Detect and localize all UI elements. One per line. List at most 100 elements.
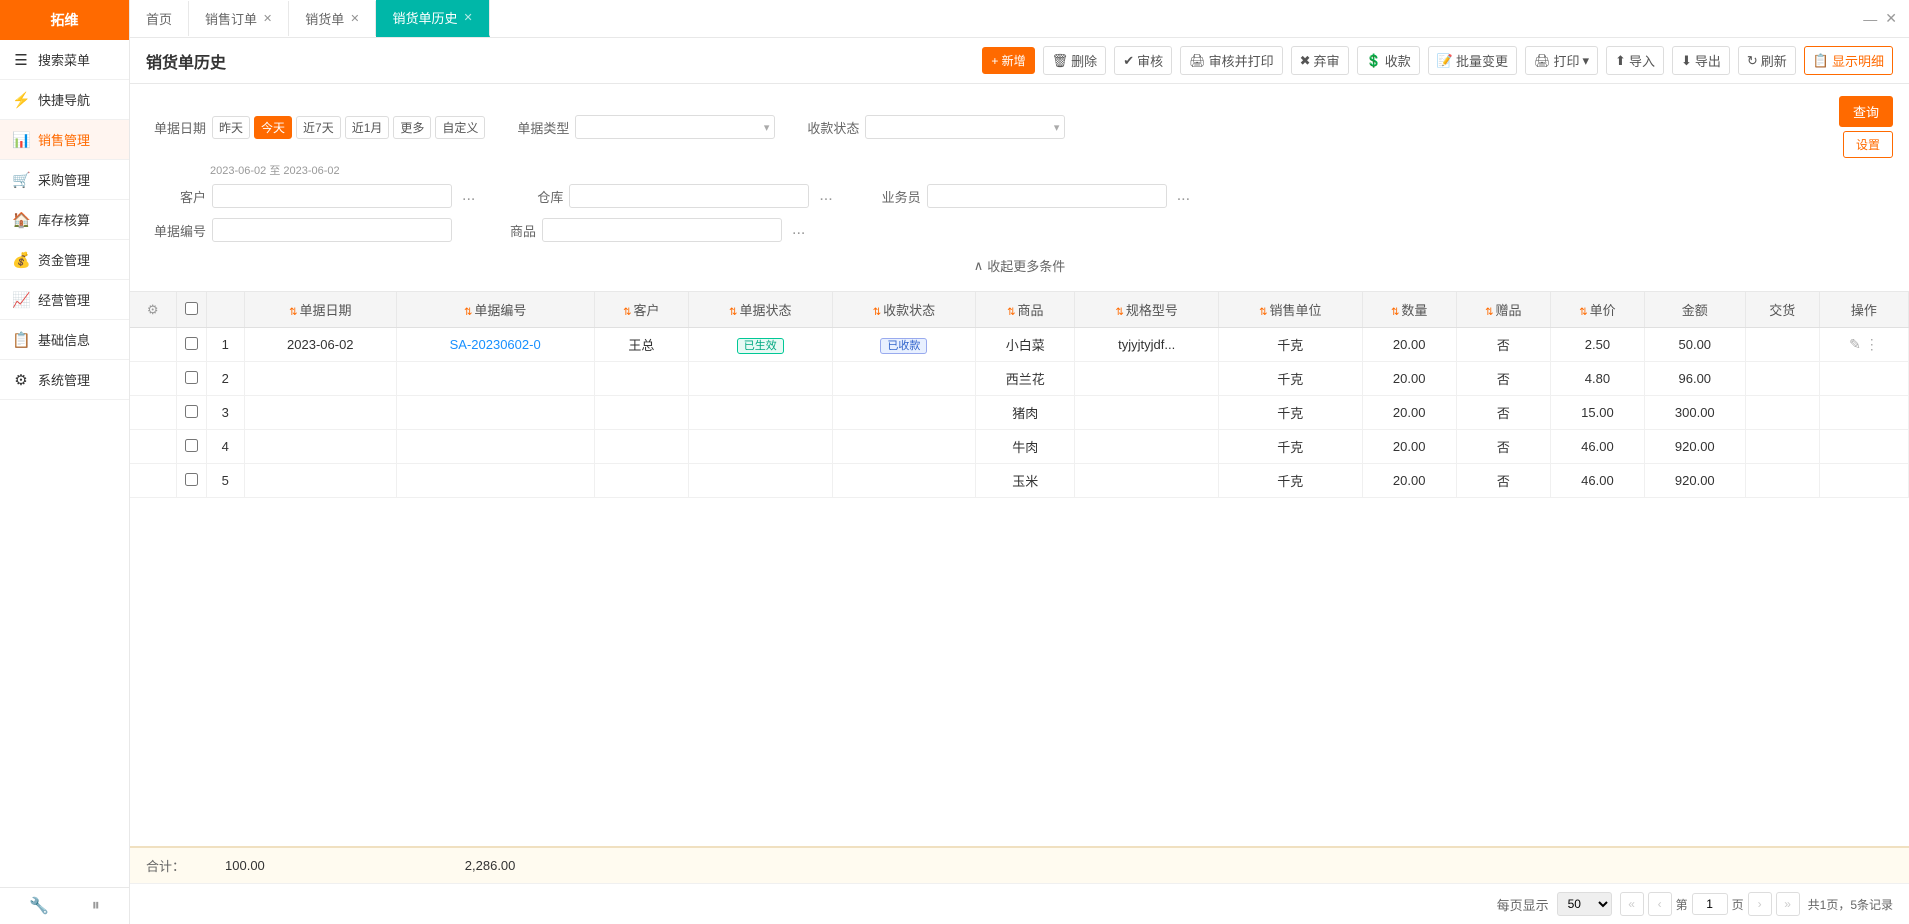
- doc-type-select[interactable]: [575, 115, 775, 139]
- sidebar-item-sales-mgmt[interactable]: 📊 销售管理: [0, 120, 129, 160]
- discard-button[interactable]: ✖ 弃审: [1291, 46, 1349, 75]
- discard-icon: ✖: [1300, 53, 1311, 69]
- close-all-icon[interactable]: ✕: [1881, 6, 1901, 31]
- page-input[interactable]: [1692, 893, 1728, 915]
- tab-sales-history[interactable]: 销货单历史 ✕: [376, 0, 489, 37]
- tab-sales-order-close[interactable]: ✕: [263, 12, 272, 25]
- row-checkbox[interactable]: [185, 371, 198, 384]
- cell-amount: 50.00: [1645, 328, 1746, 362]
- cell-collect-status: [832, 362, 976, 396]
- sidebar-item-operations[interactable]: 📈 经营管理: [0, 280, 129, 320]
- date-btn-last7[interactable]: 近7天: [296, 116, 341, 139]
- sidebar-item-finance[interactable]: 💰 资金管理: [0, 240, 129, 280]
- edit-icon[interactable]: ✎: [1847, 336, 1863, 352]
- select-all-checkbox[interactable]: [185, 302, 198, 315]
- customer-input[interactable]: [212, 184, 452, 208]
- goods-ellipsis-icon[interactable]: ...: [788, 221, 809, 239]
- page-next-btn[interactable]: ›: [1748, 892, 1772, 916]
- page-first-btn[interactable]: «: [1620, 892, 1644, 916]
- salesperson-ellipsis-icon[interactable]: ...: [1173, 187, 1194, 205]
- col-collect-status[interactable]: ⇅收款状态: [832, 292, 976, 328]
- customer-ellipsis-icon[interactable]: ...: [458, 187, 479, 205]
- date-btn-custom[interactable]: 自定义: [435, 116, 485, 139]
- set-button[interactable]: 设置: [1843, 131, 1893, 158]
- cell-transaction: [1745, 430, 1819, 464]
- import-button[interactable]: ⬆ 导入: [1606, 46, 1664, 75]
- col-customer[interactable]: ⇅客户: [594, 292, 688, 328]
- audit-button[interactable]: ✔ 审核: [1114, 46, 1172, 75]
- audit-print-button[interactable]: 🖨 审核并打印: [1180, 46, 1283, 75]
- cell-doc-date: [245, 430, 396, 464]
- new-button[interactable]: + 新增: [982, 47, 1034, 74]
- row-checkbox[interactable]: [185, 337, 198, 350]
- page-last-btn[interactable]: »: [1776, 892, 1800, 916]
- cell-collect-status: 已收款: [832, 328, 976, 362]
- sidebar-item-quick-nav[interactable]: ⚡ 快捷导航: [0, 80, 129, 120]
- cell-row-no: 3: [206, 396, 245, 430]
- cell-amount: 920.00: [1645, 430, 1746, 464]
- table-row: 4牛肉千克20.00否46.00920.00: [130, 430, 1909, 464]
- col-spec-type[interactable]: ⇅规格型号: [1075, 292, 1219, 328]
- col-quantity[interactable]: ⇅数量: [1362, 292, 1456, 328]
- page-prev-btn[interactable]: ‹: [1648, 892, 1672, 916]
- sidebar-settings-icon[interactable]: 🔧: [29, 896, 49, 916]
- col-doc-date[interactable]: ⇅单据日期: [245, 292, 396, 328]
- query-button[interactable]: 查询: [1839, 96, 1893, 127]
- tab-sales-history-close[interactable]: ✕: [464, 11, 473, 24]
- inventory-icon: 🏠: [12, 211, 30, 229]
- tab-home[interactable]: 首页: [130, 1, 189, 36]
- date-btn-last1month[interactable]: 近1月: [345, 116, 390, 139]
- batch-change-button[interactable]: 📝 批量变更: [1428, 46, 1517, 75]
- export-button[interactable]: ⬇ 导出: [1672, 46, 1730, 75]
- more-icon[interactable]: ⋮: [1863, 336, 1881, 352]
- row-checkbox[interactable]: [185, 439, 198, 452]
- sidebar-item-search-menu[interactable]: ☰ 搜索菜单: [0, 40, 129, 80]
- col-gear[interactable]: ⚙: [130, 292, 176, 328]
- cell-gift: 否: [1456, 362, 1550, 396]
- warehouse-ellipsis-icon[interactable]: ...: [815, 187, 836, 205]
- print-button[interactable]: 🖨 打印 ▾: [1525, 46, 1598, 75]
- sidebar-item-inventory[interactable]: 🏠 库存核算: [0, 200, 129, 240]
- col-gift[interactable]: ⇅赠品: [1456, 292, 1550, 328]
- sidebar-item-purchase-mgmt[interactable]: 🛒 采购管理: [0, 160, 129, 200]
- doc-no-link[interactable]: SA-20230602-0: [450, 337, 541, 352]
- cell-customer: [594, 396, 688, 430]
- goods-input[interactable]: [542, 218, 782, 242]
- minimize-icon[interactable]: —: [1859, 7, 1881, 31]
- date-btn-yesterday[interactable]: 昨天: [212, 116, 250, 139]
- doc-no-input[interactable]: [212, 218, 452, 242]
- table-gear-icon[interactable]: ⚙: [136, 302, 170, 318]
- tab-sales-delivery[interactable]: 销货单 ✕: [289, 1, 376, 36]
- date-label: 单据日期: [146, 118, 206, 137]
- tab-sales-order[interactable]: 销售订单 ✕: [189, 1, 289, 36]
- sidebar-user-icon[interactable]: ⏸: [92, 897, 100, 915]
- col-doc-status[interactable]: ⇅单据状态: [688, 292, 832, 328]
- cell-row-no: 2: [206, 362, 245, 396]
- date-btn-today[interactable]: 今天: [254, 116, 292, 139]
- collapse-btn[interactable]: ∧ 收起更多条件: [970, 252, 1070, 279]
- delete-button[interactable]: 🗑 删除: [1043, 46, 1107, 75]
- col-doc-no[interactable]: ⇅单据编号: [396, 292, 594, 328]
- col-unit-price[interactable]: ⇅单价: [1550, 292, 1644, 328]
- tab-sales-order-label: 销售订单: [205, 9, 257, 28]
- collect-button[interactable]: 💲 收款: [1357, 46, 1420, 75]
- collapse-label: 收起更多条件: [987, 256, 1065, 275]
- col-goods[interactable]: ⇅商品: [976, 292, 1075, 328]
- sidebar-item-base-info[interactable]: 📋 基础信息: [0, 320, 129, 360]
- tab-sales-delivery-close[interactable]: ✕: [350, 12, 359, 25]
- row-checkbox[interactable]: [185, 405, 198, 418]
- warehouse-input[interactable]: [569, 184, 809, 208]
- salesperson-input[interactable]: [927, 184, 1167, 208]
- row-checkbox[interactable]: [185, 473, 198, 486]
- collect-status-label: 收款状态: [799, 118, 859, 137]
- cell-doc-no: [396, 396, 594, 430]
- collect-status-select[interactable]: [865, 115, 1065, 139]
- base-info-icon: 📋: [12, 331, 30, 349]
- date-btn-more[interactable]: 更多: [393, 116, 431, 139]
- refresh-button[interactable]: ↻ 刷新: [1738, 46, 1796, 75]
- show-detail-button[interactable]: 📋 显示明细: [1804, 46, 1893, 75]
- cell-action: [1819, 464, 1908, 498]
- sidebar-item-system-mgmt[interactable]: ⚙ 系统管理: [0, 360, 129, 400]
- col-sales-unit[interactable]: ⇅销售单位: [1218, 292, 1362, 328]
- per-page-select[interactable]: 50 100 200: [1557, 892, 1612, 916]
